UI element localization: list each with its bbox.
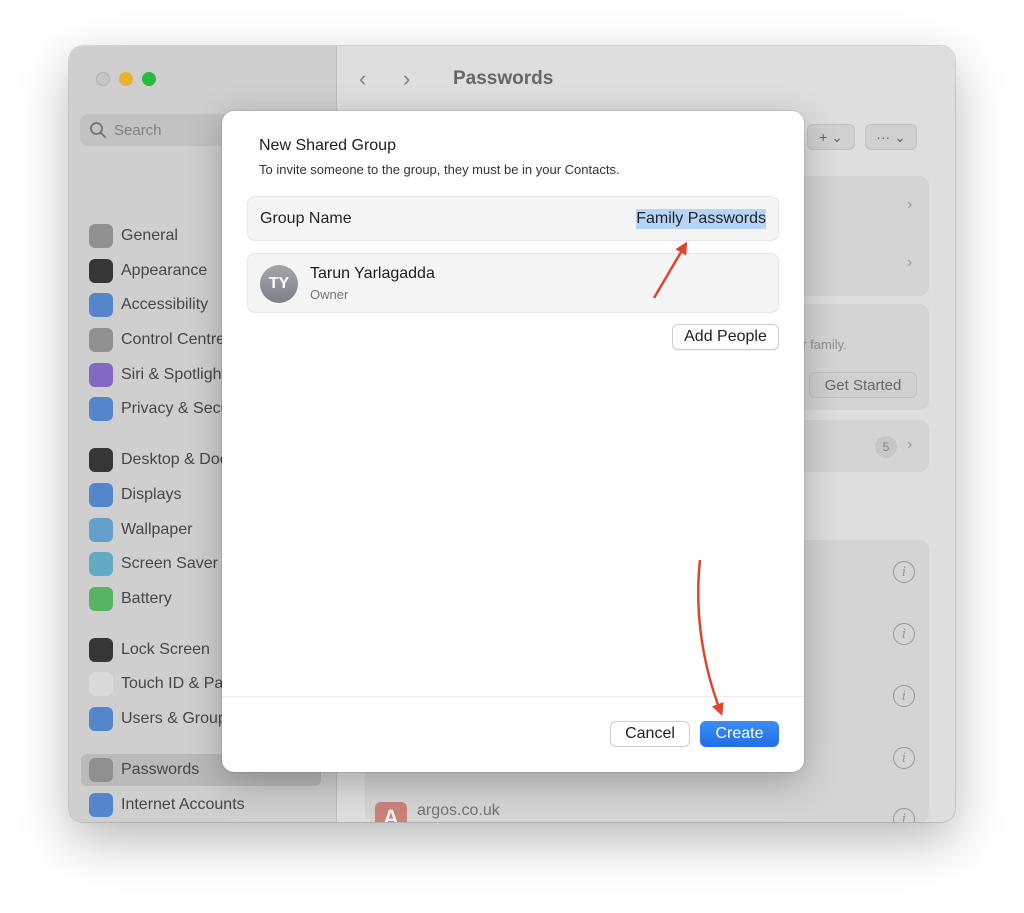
create-button[interactable]: Create <box>700 721 779 747</box>
avatar: TY <box>260 265 298 303</box>
divider <box>222 696 804 697</box>
dialog-title: New Shared Group <box>259 137 396 154</box>
new-shared-group-dialog: New Shared Group To invite someone to th… <box>222 111 804 772</box>
member-role: Owner <box>310 287 349 302</box>
cancel-button[interactable]: Cancel <box>610 721 690 747</box>
add-people-button[interactable]: Add People <box>672 324 779 350</box>
dialog-subtitle: To invite someone to the group, they mus… <box>259 162 620 177</box>
group-name-row[interactable]: Group Name Family Passwords <box>247 196 779 241</box>
member-row: TY Tarun Yarlagadda Owner <box>247 253 779 313</box>
member-name: Tarun Yarlagadda <box>310 265 435 282</box>
group-name-field[interactable]: Family Passwords <box>636 208 766 229</box>
group-name-label: Group Name <box>260 209 352 227</box>
